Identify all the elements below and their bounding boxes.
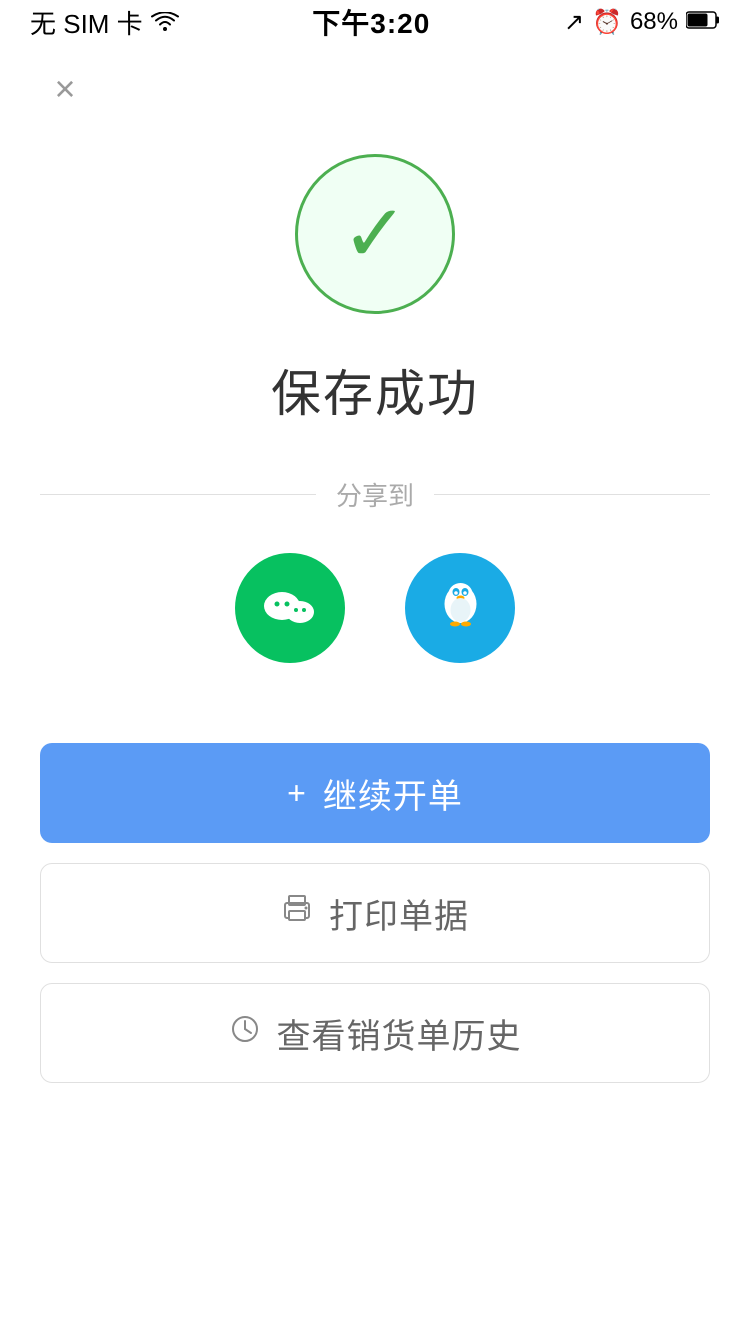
- clock-icon: [229, 1013, 261, 1053]
- close-icon: ×: [54, 71, 75, 107]
- divider-right: [434, 494, 710, 495]
- status-time: 下午3:20: [312, 2, 430, 42]
- history-button[interactable]: 查看销货单历史: [40, 983, 710, 1083]
- wechat-share-button[interactable]: [235, 553, 345, 663]
- action-buttons: + 继续开单 打印单据: [40, 743, 710, 1083]
- location-icon: ↗: [564, 8, 584, 37]
- main-content: × ✓ 保存成功 分享到: [0, 44, 750, 1334]
- qq-share-button[interactable]: [405, 553, 515, 663]
- print-label: 打印单据: [329, 889, 469, 938]
- status-bar: 无 SIM 卡 下午3:20 ↗ ⏰ 68%: [0, 0, 750, 44]
- share-label: 分享到: [336, 476, 414, 513]
- qq-icon: [428, 576, 493, 641]
- battery-icon: [686, 8, 720, 36]
- continue-button[interactable]: + 继续开单: [40, 743, 710, 843]
- plus-icon: +: [287, 775, 307, 812]
- status-left: 无 SIM 卡: [30, 4, 179, 41]
- print-button[interactable]: 打印单据: [40, 863, 710, 963]
- continue-label: 继续开单: [323, 769, 463, 818]
- success-circle: ✓: [295, 154, 455, 314]
- print-icon: [281, 893, 313, 933]
- share-icons: [235, 553, 515, 663]
- wifi-icon: [151, 12, 179, 32]
- history-label: 查看销货单历史: [277, 1009, 522, 1058]
- checkmark-icon: ✓: [341, 194, 408, 274]
- status-right: ↗ ⏰ 68%: [564, 8, 720, 37]
- battery-percent: 68%: [630, 8, 678, 36]
- success-title: 保存成功: [271, 354, 479, 426]
- share-divider: 分享到: [40, 476, 710, 513]
- no-sim-text: 无 SIM 卡: [30, 4, 143, 41]
- close-button[interactable]: ×: [40, 64, 90, 114]
- divider-left: [40, 494, 316, 495]
- wechat-icon: [258, 576, 323, 641]
- alarm-icon: ⏰: [592, 8, 622, 37]
